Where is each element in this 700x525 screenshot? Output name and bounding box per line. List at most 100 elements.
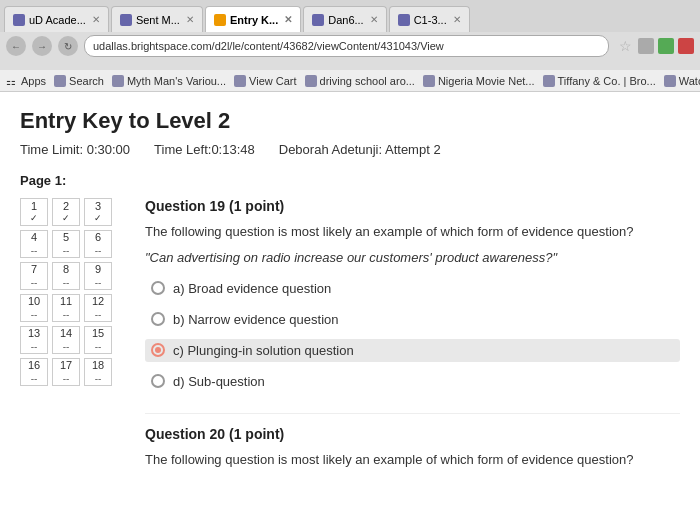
q20-text: The following question is most likely an… bbox=[145, 450, 680, 470]
q19-option-d[interactable]: d) Sub-question bbox=[145, 370, 680, 393]
main-layout: 1 ✓ 2 ✓ 3 ✓ bbox=[20, 198, 680, 477]
q19-text: The following question is most likely an… bbox=[145, 222, 680, 242]
q19-header: Question 19 (1 point) bbox=[145, 198, 680, 214]
q19-option-c[interactable]: c) Plunging-in solution question bbox=[145, 339, 680, 362]
q19-options: a) Broad evidence question b) Narrow evi… bbox=[145, 277, 680, 393]
bm-phat[interactable]: Watch Phat Girlz... bbox=[664, 75, 700, 87]
bm-myth[interactable]: Myth Man's Variou... bbox=[112, 75, 226, 87]
question-separator bbox=[145, 413, 680, 414]
bm-tiffany[interactable]: Tiffany & Co. | Bro... bbox=[543, 75, 656, 87]
apps-icon: ⚏ bbox=[6, 75, 18, 87]
q-nav-cell-13[interactable]: 13 -- bbox=[20, 326, 48, 354]
q-nav-row-1: 1 ✓ 2 ✓ 3 ✓ bbox=[20, 198, 125, 226]
bm-favicon bbox=[543, 75, 555, 87]
bm-label: Apps bbox=[21, 75, 46, 87]
q-nav-cell-12[interactable]: 12 -- bbox=[84, 294, 112, 322]
q-nav-row-6: 16 -- 17 -- 18 -- bbox=[20, 358, 125, 386]
tab-label: Entry K... bbox=[230, 14, 278, 26]
bm-nigeria[interactable]: Nigeria Movie Net... bbox=[423, 75, 535, 87]
q-nav-cell-10[interactable]: 10 -- bbox=[20, 294, 48, 322]
bm-label: Search bbox=[69, 75, 104, 87]
radio-c[interactable] bbox=[151, 343, 165, 357]
q-nav-cell-9[interactable]: 9 -- bbox=[84, 262, 112, 290]
bm-search[interactable]: Search bbox=[54, 75, 104, 87]
tab-favicon bbox=[214, 14, 226, 26]
q-nav-row-5: 13 -- 14 -- 15 -- bbox=[20, 326, 125, 354]
q-nav-row-2: 4 -- 5 -- 6 -- bbox=[20, 230, 125, 258]
bm-driving[interactable]: driving school aro... bbox=[305, 75, 415, 87]
option-a-label: a) Broad evidence question bbox=[173, 281, 331, 296]
q19-quote: "Can advertising on radio increase our c… bbox=[145, 250, 680, 265]
q-nav-cell-8[interactable]: 8 -- bbox=[52, 262, 80, 290]
ext-icon-2[interactable] bbox=[658, 38, 674, 54]
page-title: Entry Key to Level 2 bbox=[20, 108, 680, 134]
bm-apps[interactable]: ⚏ Apps bbox=[6, 75, 46, 87]
q19-option-b[interactable]: b) Narrow evidence question bbox=[145, 308, 680, 331]
bm-label: Tiffany & Co. | Bro... bbox=[558, 75, 656, 87]
tab-close-icon[interactable]: ✕ bbox=[284, 14, 292, 25]
ext-icon-1[interactable] bbox=[638, 38, 654, 54]
tab-dan[interactable]: Dan6... ✕ bbox=[303, 6, 386, 32]
tab-entry[interactable]: Entry K... ✕ bbox=[205, 6, 301, 32]
back-button[interactable]: ← bbox=[6, 36, 26, 56]
q-nav-cell-7[interactable]: 7 -- bbox=[20, 262, 48, 290]
tab-c3[interactable]: C1-3... ✕ bbox=[389, 6, 470, 32]
tab-label: uD Acade... bbox=[29, 14, 86, 26]
bm-favicon bbox=[423, 75, 435, 87]
tab-label: Dan6... bbox=[328, 14, 363, 26]
bm-label: Watch Phat Girlz... bbox=[679, 75, 700, 87]
q-nav-cell-11[interactable]: 11 -- bbox=[52, 294, 80, 322]
q-nav-row-3: 7 -- 8 -- 9 -- bbox=[20, 262, 125, 290]
tab-ud[interactable]: uD Acade... ✕ bbox=[4, 6, 109, 32]
bm-cart[interactable]: View Cart bbox=[234, 75, 296, 87]
tab-close-icon[interactable]: ✕ bbox=[186, 14, 194, 25]
q20-header: Question 20 (1 point) bbox=[145, 426, 680, 442]
bm-favicon bbox=[305, 75, 317, 87]
browser-chrome: uD Acade... ✕ Sent M... ✕ Entry K... ✕ D… bbox=[0, 0, 700, 70]
ext-icon-3[interactable] bbox=[678, 38, 694, 54]
address-box[interactable]: udallas.brightspace.com/d2l/le/content/4… bbox=[84, 35, 609, 57]
time-limit: Time Limit: 0:30:00 bbox=[20, 142, 130, 157]
meta-row: Time Limit: 0:30:00 Time Left:0:13:48 De… bbox=[20, 142, 680, 157]
forward-button[interactable]: → bbox=[32, 36, 52, 56]
radio-a[interactable] bbox=[151, 281, 165, 295]
time-left: Time Left:0:13:48 bbox=[154, 142, 255, 157]
q-nav-cell-6[interactable]: 6 -- bbox=[84, 230, 112, 258]
bm-label: View Cart bbox=[249, 75, 296, 87]
bookmarks-bar: ⚏ Apps Search Myth Man's Variou... View … bbox=[0, 70, 700, 92]
q-nav-cell-3[interactable]: 3 ✓ bbox=[84, 198, 112, 226]
bm-label: driving school aro... bbox=[320, 75, 415, 87]
q-nav-row-4: 10 -- 11 -- 12 -- bbox=[20, 294, 125, 322]
option-c-label: c) Plunging-in solution question bbox=[173, 343, 354, 358]
tab-favicon bbox=[398, 14, 410, 26]
q-nav-cell-16[interactable]: 16 -- bbox=[20, 358, 48, 386]
tab-close-icon[interactable]: ✕ bbox=[453, 14, 461, 25]
question-nav: 1 ✓ 2 ✓ 3 ✓ bbox=[20, 198, 125, 477]
tab-label: Sent M... bbox=[136, 14, 180, 26]
tab-close-icon[interactable]: ✕ bbox=[370, 14, 378, 25]
option-d-label: d) Sub-question bbox=[173, 374, 265, 389]
q-nav-cell-18[interactable]: 18 -- bbox=[84, 358, 112, 386]
q19-option-a[interactable]: a) Broad evidence question bbox=[145, 277, 680, 300]
bm-favicon bbox=[112, 75, 124, 87]
tab-sent[interactable]: Sent M... ✕ bbox=[111, 6, 203, 32]
q-nav-cell-1[interactable]: 1 ✓ bbox=[20, 198, 48, 226]
option-b-label: b) Narrow evidence question bbox=[173, 312, 338, 327]
tab-favicon bbox=[120, 14, 132, 26]
tab-favicon bbox=[312, 14, 324, 26]
page-label: Page 1: bbox=[20, 173, 680, 188]
q-nav-cell-2[interactable]: 2 ✓ bbox=[52, 198, 80, 226]
q-nav-cell-14[interactable]: 14 -- bbox=[52, 326, 80, 354]
refresh-button[interactable]: ↻ bbox=[58, 36, 78, 56]
q-nav-cell-4[interactable]: 4 -- bbox=[20, 230, 48, 258]
radio-b[interactable] bbox=[151, 312, 165, 326]
tab-close-icon[interactable]: ✕ bbox=[92, 14, 100, 25]
tab-bar: uD Acade... ✕ Sent M... ✕ Entry K... ✕ D… bbox=[0, 0, 700, 32]
extension-icons bbox=[638, 38, 694, 54]
radio-d[interactable] bbox=[151, 374, 165, 388]
q-nav-cell-15[interactable]: 15 -- bbox=[84, 326, 112, 354]
q-nav-cell-17[interactable]: 17 -- bbox=[52, 358, 80, 386]
tab-label: C1-3... bbox=[414, 14, 447, 26]
bookmark-star-icon[interactable]: ☆ bbox=[619, 38, 632, 54]
q-nav-cell-5[interactable]: 5 -- bbox=[52, 230, 80, 258]
